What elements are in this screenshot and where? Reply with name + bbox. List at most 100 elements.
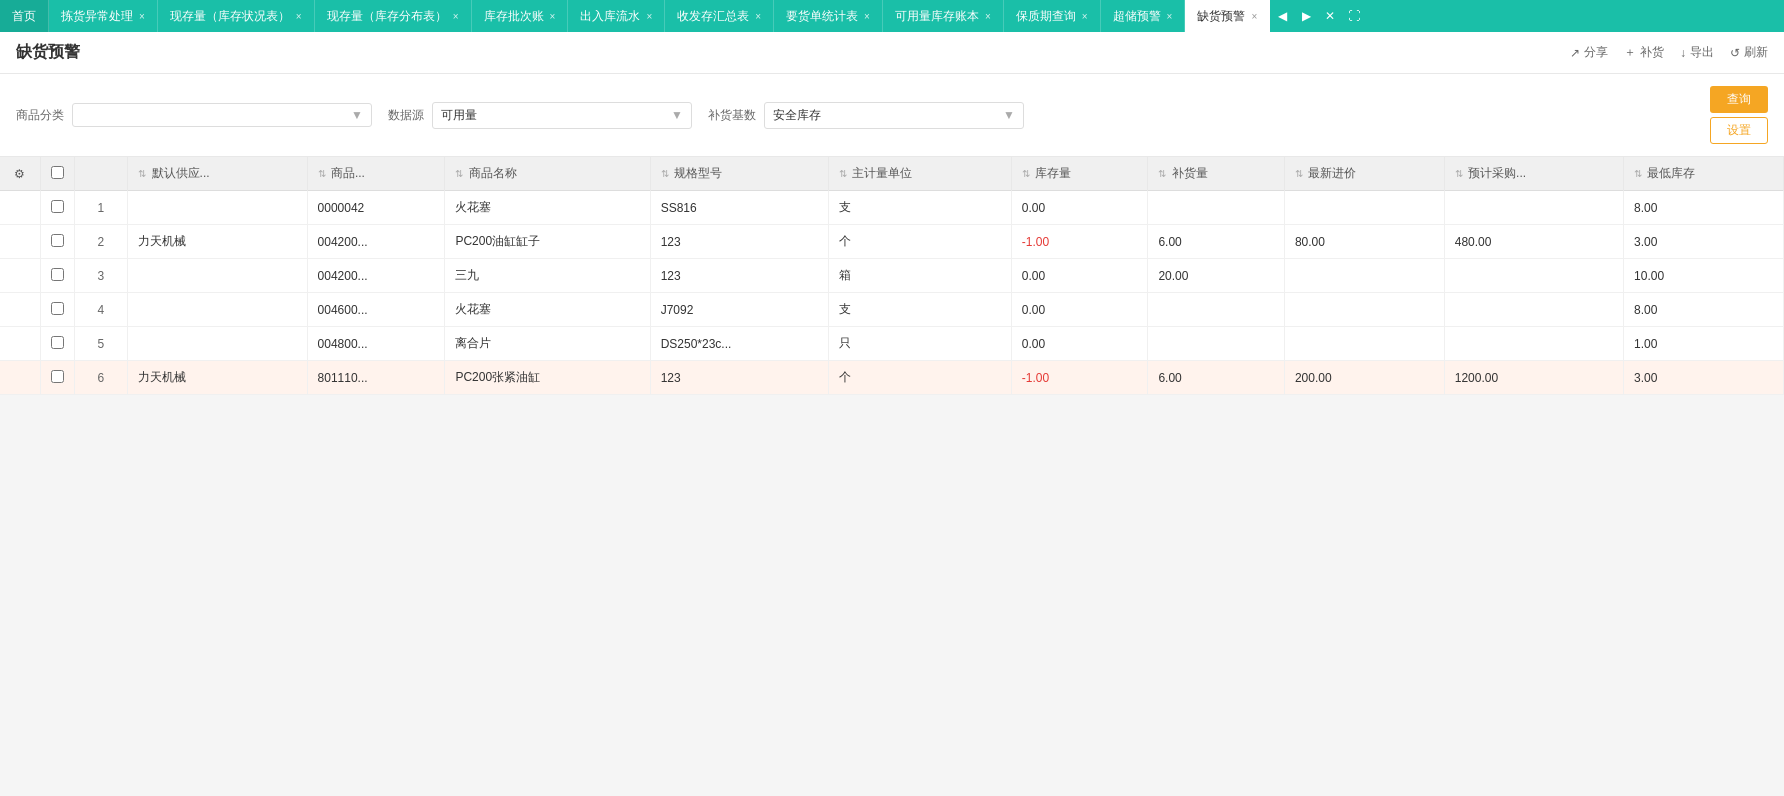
filter-actions: 查询 设置	[1710, 86, 1768, 144]
replenish-button[interactable]: ＋ 补货	[1624, 44, 1664, 61]
row-checkbox[interactable]	[51, 302, 64, 315]
row-product-name: 离合片	[445, 327, 650, 361]
tab-shortage[interactable]: 缺货预警 ×	[1185, 0, 1270, 32]
row-checkbox-cell[interactable]	[40, 361, 74, 395]
tab-close-available-ledger[interactable]: ×	[985, 11, 991, 22]
tab-order-stats[interactable]: 要货单统计表 ×	[774, 0, 883, 32]
row-stock-qty: 0.00	[1011, 259, 1148, 293]
restock-chevron-icon: ▼	[1003, 108, 1015, 122]
datasource-filter-group: 数据源 可用量 ▼	[388, 102, 692, 129]
row-latest-price: 80.00	[1284, 225, 1444, 259]
row-checkbox[interactable]	[51, 268, 64, 281]
row-checkbox-cell[interactable]	[40, 191, 74, 225]
tab-collect-summary[interactable]: 收发存汇总表 ×	[665, 0, 774, 32]
row-estimated-purchase	[1444, 259, 1623, 293]
tab-home[interactable]: 首页	[0, 0, 49, 32]
row-checkbox[interactable]	[51, 234, 64, 247]
tab-fullscreen[interactable]: ⛶	[1342, 0, 1366, 32]
tab-close-collect-summary[interactable]: ×	[755, 11, 761, 22]
tab-nav-prev[interactable]: ◀	[1270, 0, 1294, 32]
column-checkbox[interactable]	[40, 157, 74, 191]
column-product-code[interactable]: ⇅ 商品...	[307, 157, 445, 191]
row-checkbox[interactable]	[51, 370, 64, 383]
column-stock-qty[interactable]: ⇅ 库存量	[1011, 157, 1148, 191]
row-unit: 个	[828, 225, 1011, 259]
category-select[interactable]: ▼	[72, 103, 372, 127]
settings-button[interactable]: 设置	[1710, 117, 1768, 144]
row-checkbox[interactable]	[51, 336, 64, 349]
row-checkbox-cell[interactable]	[40, 327, 74, 361]
tab-close-abnormal[interactable]: ×	[139, 11, 145, 22]
tab-inventory-dist[interactable]: 现存量（库存分布表） ×	[315, 0, 472, 32]
column-estimated-purchase[interactable]: ⇅ 预计采购...	[1444, 157, 1623, 191]
row-checkbox-cell[interactable]	[40, 225, 74, 259]
tab-close-overstock[interactable]: ×	[1167, 11, 1173, 22]
row-supplier	[128, 293, 307, 327]
tab-nav-next[interactable]: ▶	[1294, 0, 1318, 32]
row-replenish-qty: 6.00	[1148, 361, 1285, 395]
row-stock-qty: -1.00	[1011, 361, 1148, 395]
tab-close-expiry[interactable]: ×	[1082, 11, 1088, 22]
row-min-stock: 1.00	[1624, 327, 1784, 361]
tab-abnormal[interactable]: 拣货异常处理 ×	[49, 0, 158, 32]
tab-inout-flow[interactable]: 出入库流水 ×	[568, 0, 665, 32]
query-button[interactable]: 查询	[1710, 86, 1768, 113]
row-unit: 个	[828, 361, 1011, 395]
restock-select[interactable]: 安全库存 ▼	[764, 102, 1024, 129]
tab-close-batch[interactable]: ×	[550, 11, 556, 22]
row-checkbox[interactable]	[51, 200, 64, 213]
column-latest-price[interactable]: ⇅ 最新进价	[1284, 157, 1444, 191]
sort-code-icon: ⇅	[318, 168, 326, 179]
row-spec: 123	[650, 259, 828, 293]
table-body: 1 0000042 火花塞 SS816 支 0.00 8.00 2 力天机械 0…	[0, 191, 1784, 395]
datasource-chevron-icon: ▼	[671, 108, 683, 122]
row-estimated-purchase	[1444, 191, 1623, 225]
column-unit[interactable]: ⇅ 主计量单位	[828, 157, 1011, 191]
column-settings[interactable]: ⚙	[0, 157, 40, 191]
datasource-select[interactable]: 可用量 ▼	[432, 102, 692, 129]
restock-value: 安全库存	[773, 107, 821, 124]
sort-min-icon: ⇅	[1634, 168, 1642, 179]
tab-close-inventory-status[interactable]: ×	[296, 11, 302, 22]
replenish-icon: ＋	[1624, 44, 1636, 61]
category-label: 商品分类	[16, 107, 64, 124]
row-estimated-purchase: 480.00	[1444, 225, 1623, 259]
restock-filter-group: 补货基数 安全库存 ▼	[708, 102, 1024, 129]
tab-batch[interactable]: 库存批次账 ×	[472, 0, 569, 32]
row-product-name: 火花塞	[445, 191, 650, 225]
column-replenish-qty[interactable]: ⇅ 补货量	[1148, 157, 1285, 191]
column-min-stock[interactable]: ⇅ 最低库存	[1624, 157, 1784, 191]
export-button[interactable]: ↓ 导出	[1680, 44, 1714, 61]
tab-close-shortage[interactable]: ×	[1251, 11, 1257, 22]
row-number: 1	[74, 191, 128, 225]
tab-available-ledger[interactable]: 可用量库存账本 ×	[883, 0, 1004, 32]
row-product-code: 004600...	[307, 293, 445, 327]
column-product-name[interactable]: ⇅ 商品名称	[445, 157, 650, 191]
category-chevron-icon: ▼	[351, 108, 363, 122]
tab-expiry[interactable]: 保质期查询 ×	[1004, 0, 1101, 32]
share-button[interactable]: ↗ 分享	[1570, 44, 1608, 61]
column-spec[interactable]: ⇅ 规格型号	[650, 157, 828, 191]
refresh-button[interactable]: ↺ 刷新	[1730, 44, 1768, 61]
select-all-checkbox[interactable]	[51, 166, 64, 179]
row-estimated-purchase	[1444, 293, 1623, 327]
tab-close-all[interactable]: ✕	[1318, 0, 1342, 32]
tab-inventory-status[interactable]: 现存量（库存状况表） ×	[158, 0, 315, 32]
data-table: ⚙ ⇅ 默认供应... ⇅ 商品... ⇅ 商品名称	[0, 157, 1784, 395]
column-default-supplier[interactable]: ⇅ 默认供应...	[128, 157, 307, 191]
row-unit: 支	[828, 293, 1011, 327]
sort-unit-icon: ⇅	[839, 168, 847, 179]
sort-spec-icon: ⇅	[661, 168, 669, 179]
header-actions: ↗ 分享 ＋ 补货 ↓ 导出 ↺ 刷新	[1570, 44, 1768, 61]
tab-close-inout-flow[interactable]: ×	[646, 11, 652, 22]
row-checkbox-cell[interactable]	[40, 259, 74, 293]
tab-overstock[interactable]: 超储预警 ×	[1101, 0, 1186, 32]
tab-close-inventory-dist[interactable]: ×	[453, 11, 459, 22]
share-icon: ↗	[1570, 46, 1580, 60]
row-settings-cell	[0, 361, 40, 395]
row-checkbox-cell[interactable]	[40, 293, 74, 327]
row-number: 5	[74, 327, 128, 361]
row-replenish-qty: 20.00	[1148, 259, 1285, 293]
tab-close-order-stats[interactable]: ×	[864, 11, 870, 22]
row-product-code: 0000042	[307, 191, 445, 225]
